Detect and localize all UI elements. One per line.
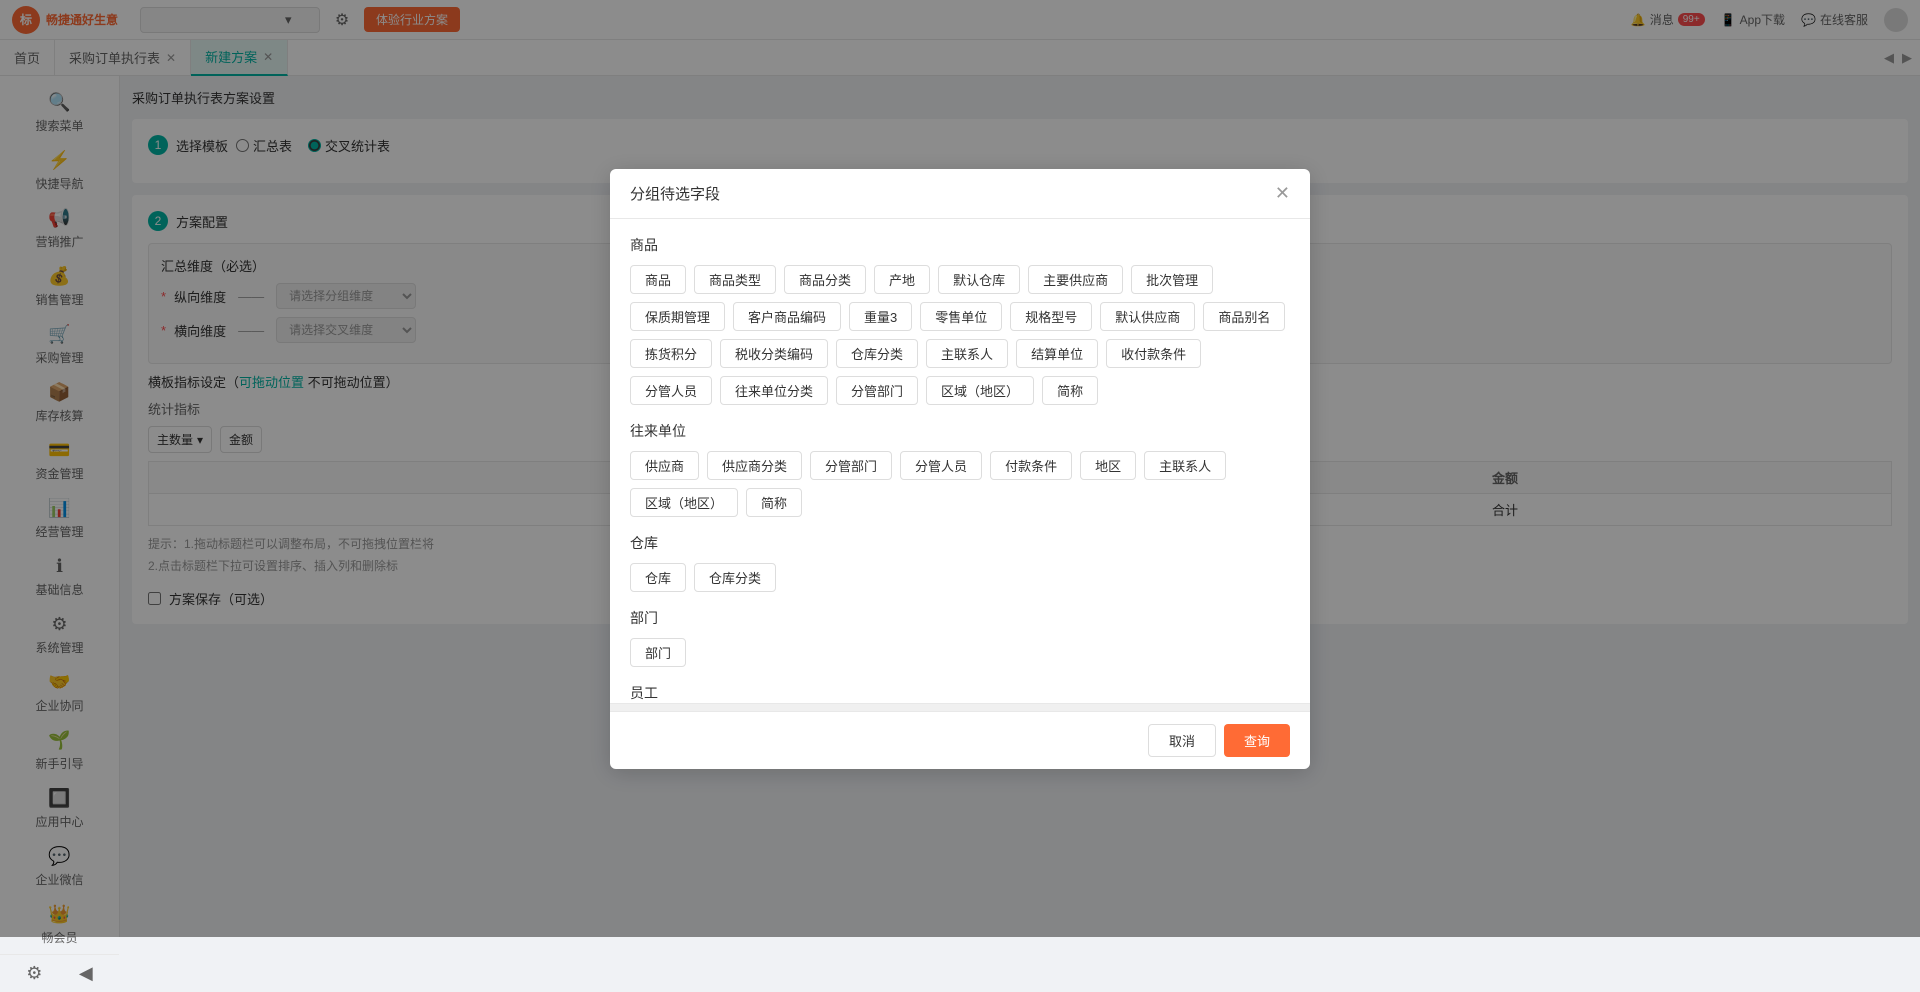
field-select-modal: 分组待选字段 ✕ 商品 商品 商品类型 商品分类 产地 默认仓库 主要供应商 批…: [610, 169, 1310, 769]
cancel-button[interactable]: 取消: [1148, 724, 1216, 757]
field-tag-customer-goods-code[interactable]: 客户商品编码: [733, 302, 841, 331]
section-department-tags: 部门: [630, 638, 1290, 667]
section-counterpart-title: 往来单位: [630, 421, 1290, 441]
section-employee: 员工 业务员: [630, 683, 1290, 703]
modal-title: 分组待选字段: [630, 183, 720, 204]
field-tag-counterpart-category[interactable]: 往来单位分类: [720, 376, 828, 405]
section-warehouse: 仓库 仓库 仓库分类: [630, 533, 1290, 592]
section-counterpart: 往来单位 供应商 供应商分类 分管部门 分管人员 付款条件 地区 主联系人 区域…: [630, 421, 1290, 517]
section-warehouse-tags: 仓库 仓库分类: [630, 563, 1290, 592]
field-tag-manager-counterpart[interactable]: 分管人员: [900, 451, 982, 480]
field-tag-default-warehouse[interactable]: 默认仓库: [938, 265, 1020, 294]
field-tag-abbr-goods[interactable]: 简称: [1042, 376, 1098, 405]
field-tag-settlement-unit[interactable]: 结算单位: [1016, 339, 1098, 368]
modal-body[interactable]: 商品 商品 商品类型 商品分类 产地 默认仓库 主要供应商 批次管理 保质期管理…: [610, 219, 1310, 703]
section-goods: 商品 商品 商品类型 商品分类 产地 默认仓库 主要供应商 批次管理 保质期管理…: [630, 235, 1290, 405]
field-tag-dept-counterpart[interactable]: 分管部门: [810, 451, 892, 480]
field-tag-warehouse-cat[interactable]: 仓库分类: [694, 563, 776, 592]
field-tag-dept[interactable]: 分管部门: [836, 376, 918, 405]
field-tag-region-counterpart[interactable]: 区域（地区）: [630, 488, 738, 517]
field-tag-main-contact-counterpart[interactable]: 主联系人: [1144, 451, 1226, 480]
field-tag-retail-unit[interactable]: 零售单位: [920, 302, 1002, 331]
field-tag-goods-alias[interactable]: 商品别名: [1203, 302, 1285, 331]
confirm-button[interactable]: 查询: [1224, 724, 1290, 757]
field-tag-region-goods[interactable]: 区域（地区）: [926, 376, 1034, 405]
modal-hscroll[interactable]: [610, 703, 1310, 711]
section-warehouse-title: 仓库: [630, 533, 1290, 553]
field-tag-goods[interactable]: 商品: [630, 265, 686, 294]
field-tag-default-supplier[interactable]: 默认供应商: [1100, 302, 1195, 331]
section-counterpart-tags: 供应商 供应商分类 分管部门 分管人员 付款条件 地区 主联系人 区域（地区） …: [630, 451, 1290, 517]
field-tag-batch-mgmt[interactable]: 批次管理: [1131, 265, 1213, 294]
field-tag-weight3[interactable]: 重量3: [849, 302, 912, 331]
modal-close-button[interactable]: ✕: [1275, 183, 1290, 204]
section-department-title: 部门: [630, 608, 1290, 628]
modal-overlay: 分组待选字段 ✕ 商品 商品 商品类型 商品分类 产地 默认仓库 主要供应商 批…: [0, 0, 1920, 937]
field-tag-main-supplier[interactable]: 主要供应商: [1028, 265, 1123, 294]
modal-footer: 取消 查询: [610, 711, 1310, 769]
section-goods-title: 商品: [630, 235, 1290, 255]
field-tag-manager[interactable]: 分管人员: [630, 376, 712, 405]
field-tag-spec-model[interactable]: 规格型号: [1010, 302, 1092, 331]
field-tag-quality-period[interactable]: 保质期管理: [630, 302, 725, 331]
field-tag-main-contact[interactable]: 主联系人: [926, 339, 1008, 368]
field-tag-department[interactable]: 部门: [630, 638, 686, 667]
sidebar-collapse-btn[interactable]: ◀: [79, 963, 93, 984]
field-tag-payment-condition[interactable]: 付款条件: [990, 451, 1072, 480]
field-tag-payment-terms[interactable]: 收付款条件: [1106, 339, 1201, 368]
field-tag-supplier-category[interactable]: 供应商分类: [707, 451, 802, 480]
sidebar-settings-btn[interactable]: ⚙: [26, 963, 42, 984]
field-tag-origin[interactable]: 产地: [874, 265, 930, 294]
field-tag-warehouse[interactable]: 仓库: [630, 563, 686, 592]
field-tag-area[interactable]: 地区: [1080, 451, 1136, 480]
field-tag-tax-code[interactable]: 税收分类编码: [720, 339, 828, 368]
modal-header: 分组待选字段 ✕: [610, 169, 1310, 219]
section-employee-title: 员工: [630, 683, 1290, 703]
field-tag-supplier[interactable]: 供应商: [630, 451, 699, 480]
field-tag-abbr-counterpart[interactable]: 简称: [746, 488, 802, 517]
field-tag-goods-type[interactable]: 商品类型: [694, 265, 776, 294]
field-tag-pick-points[interactable]: 拣货积分: [630, 339, 712, 368]
section-department: 部门 部门: [630, 608, 1290, 667]
sidebar-bottom: ⚙ ◀: [0, 954, 119, 992]
field-tag-goods-category[interactable]: 商品分类: [784, 265, 866, 294]
section-goods-tags: 商品 商品类型 商品分类 产地 默认仓库 主要供应商 批次管理 保质期管理 客户…: [630, 265, 1290, 405]
field-tag-warehouse-category[interactable]: 仓库分类: [836, 339, 918, 368]
